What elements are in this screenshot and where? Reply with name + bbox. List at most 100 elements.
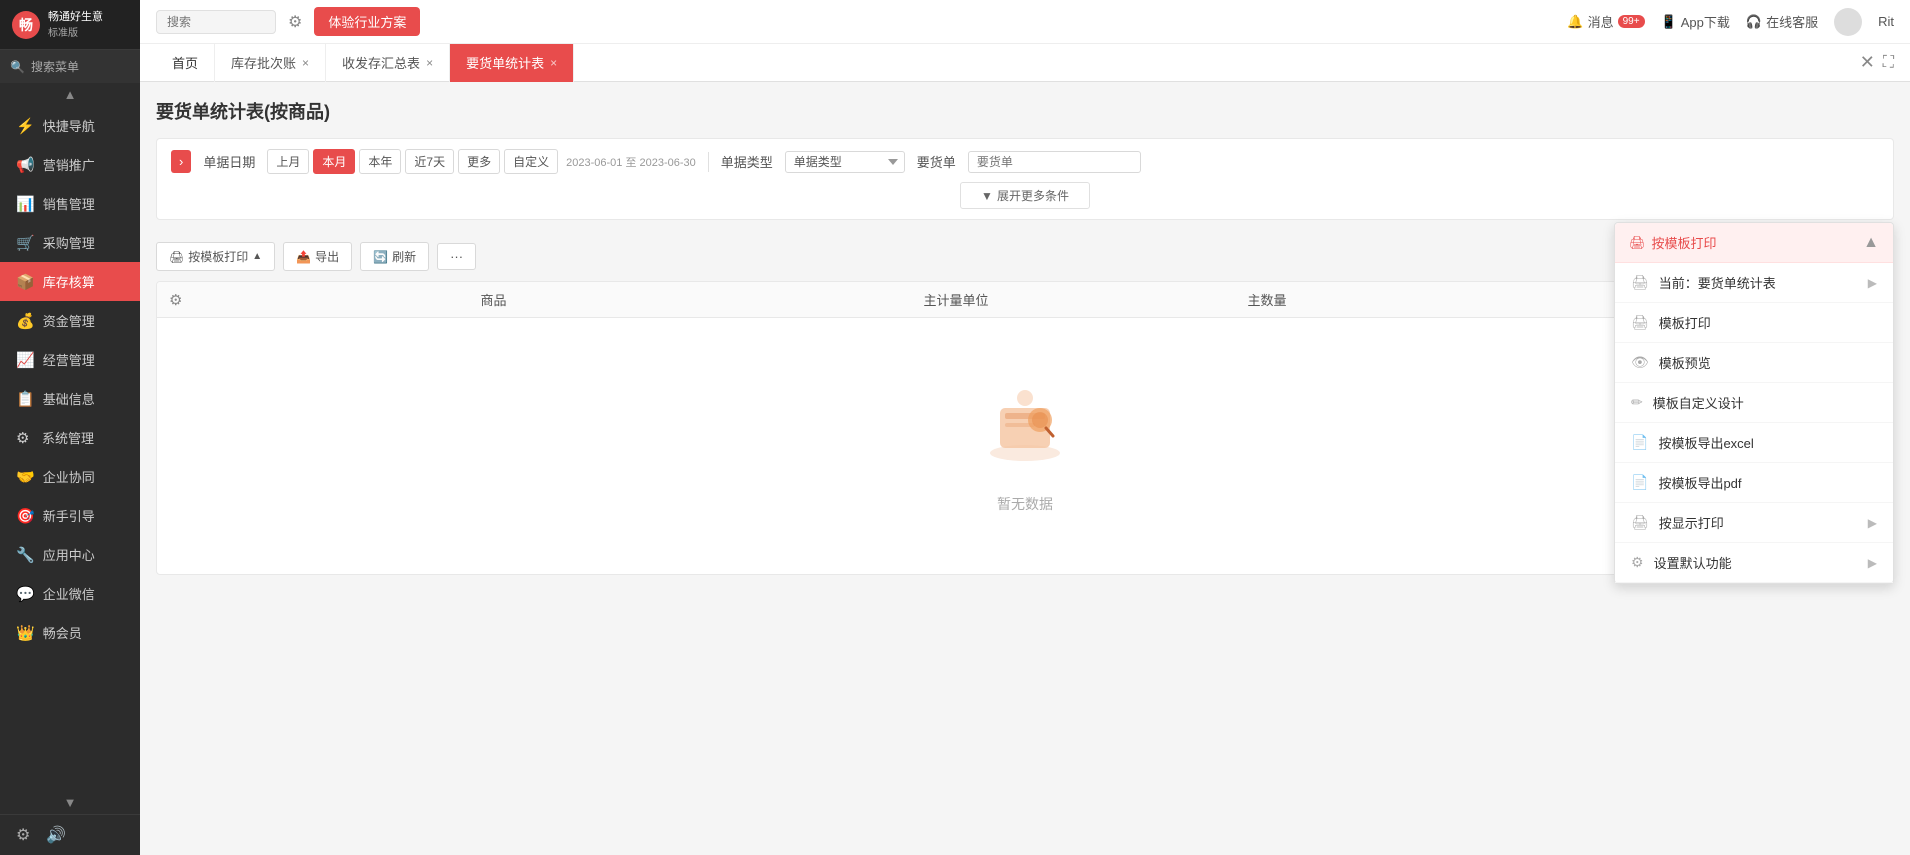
order-type-select[interactable]: 单据类型 要货单 [785, 151, 905, 173]
sidebar-item-label: 新手引导 [43, 506, 95, 525]
empty-text: 暂无数据 [997, 494, 1053, 514]
tab-receipt-summary-label: 收发存汇总表 [342, 53, 420, 72]
date-btn-7days[interactable]: 近7天 [405, 149, 454, 174]
filter-expand-toggle[interactable]: › [171, 150, 191, 173]
sound-footer-icon[interactable]: 🔊 [46, 825, 66, 845]
sidebar-item-label: 资金管理 [43, 311, 95, 330]
template-excel-icon: 📄 [1631, 434, 1648, 451]
sidebar-item-system[interactable]: ⚙ 系统管理 [0, 418, 140, 457]
logo-icon: 畅 [12, 11, 40, 39]
app-download-button[interactable]: 📱 App下载 [1661, 12, 1730, 31]
expand-btn[interactable]: ▼ 展开更多条件 [960, 182, 1090, 209]
sidebar-item-quick-nav[interactable]: ⚡ 快捷导航 [0, 106, 140, 145]
dropdown-item-set-default[interactable]: ⚙ 设置默认功能 ▶ [1615, 543, 1893, 583]
system-icon: ⚙ [16, 429, 34, 447]
headset-icon: 🎧 [1746, 14, 1762, 30]
sidebar-item-wechat[interactable]: 💬 企业微信 [0, 574, 140, 613]
topbar-search-input[interactable] [156, 10, 276, 34]
sidebar-item-sales[interactable]: 📊 销售管理 [0, 184, 140, 223]
tab-receipt-summary-close[interactable]: × [426, 56, 433, 70]
yaohuo-input[interactable] [968, 151, 1141, 173]
sidebar-logo: 畅 畅通好生意 标准版 [0, 0, 140, 50]
tab-receipt-summary[interactable]: 收发存汇总表 × [326, 44, 450, 82]
tabbar-close-button[interactable]: ✕ [1860, 52, 1875, 73]
export-icon: 📤 [296, 250, 311, 264]
print-dropdown-arrow[interactable]: ▲ [252, 251, 262, 262]
dropdown-current-template[interactable]: 🖨 当前：要货单统计表 ▶ [1615, 263, 1893, 303]
sidebar-item-apps[interactable]: 🔧 应用中心 [0, 535, 140, 574]
date-btn-this-year[interactable]: 本年 [359, 149, 401, 174]
sidebar-item-finance[interactable]: 💰 资金管理 [0, 301, 140, 340]
expand-more-row: ▼ 展开更多条件 [171, 182, 1879, 209]
dropdown-item-template-excel[interactable]: 📄 按模板导出excel [1615, 423, 1893, 463]
table-settings-icon[interactable]: ⚙ [169, 291, 182, 309]
user-name[interactable]: Rit [1878, 14, 1894, 29]
date-btn-more[interactable]: 更多 [458, 149, 500, 174]
dropdown-item-template-pdf[interactable]: 📄 按模板导出pdf [1615, 463, 1893, 503]
customer-service-button[interactable]: 🎧 在线客服 [1746, 12, 1818, 31]
set-default-icon: ⚙ [1631, 554, 1644, 571]
dropdown-close-button[interactable]: ▲ [1863, 234, 1879, 252]
refresh-button[interactable]: 🔄 刷新 [360, 242, 429, 271]
sidebar-item-label: 企业协同 [43, 467, 95, 486]
notifications-button[interactable]: 🔔 消息 99+ [1567, 12, 1644, 31]
sidebar-footer: ⚙ 🔊 [0, 814, 140, 855]
set-default-arrow: ▶ [1868, 556, 1877, 570]
settings-footer-icon[interactable]: ⚙ [16, 825, 30, 845]
refresh-btn-label: 刷新 [392, 248, 416, 265]
trial-button[interactable]: 体验行业方案 [314, 7, 420, 36]
dropdown-item-template-print[interactable]: 🖨 模板打印 [1615, 303, 1893, 343]
quick-nav-icon: ⚡ [16, 117, 35, 135]
more-button[interactable]: ··· [437, 243, 476, 270]
sidebar-item-label: 销售管理 [43, 194, 95, 213]
sidebar-item-member[interactable]: 👑 畅会员 [0, 613, 140, 652]
guide-icon: 🎯 [16, 507, 35, 525]
set-default-left: ⚙ 设置默认功能 [1631, 553, 1732, 572]
date-btn-this-month[interactable]: 本月 [313, 149, 355, 174]
avatar[interactable] [1834, 8, 1862, 36]
app-download-label: App下载 [1681, 12, 1730, 31]
dropdown-item-display-print[interactable]: 🖨 按显示打印 ▶ [1615, 503, 1893, 543]
scroll-up-arrow[interactable]: ▲ [0, 83, 140, 106]
logo-text-block: 畅通好生意 标准版 [48, 10, 103, 39]
sidebar-item-base[interactable]: 📋 基础信息 [0, 379, 140, 418]
notifications-label: 消息 [1588, 12, 1614, 31]
sidebar-item-operation[interactable]: 📈 经营管理 [0, 340, 140, 379]
operation-icon: 📈 [16, 351, 35, 369]
tab-home[interactable]: 首页 [156, 44, 215, 82]
app-version: 标准版 [48, 24, 103, 39]
tab-order-stats-close[interactable]: × [550, 56, 557, 70]
tabbar-expand-button[interactable]: ⛶ [1883, 54, 1894, 72]
scroll-down-arrow[interactable]: ▼ [0, 791, 140, 814]
yaohuo-label: 要货单 [917, 152, 956, 171]
sidebar-item-inventory[interactable]: 📦 库存核算 [0, 262, 140, 301]
tab-inventory-batch-close[interactable]: × [302, 56, 309, 70]
date-btn-last-month[interactable]: 上月 [267, 149, 309, 174]
sidebar: 畅 畅通好生意 标准版 🔍 搜索菜单 ▲ ⚡ 快捷导航 📢 营销推广 📊 销售管… [0, 0, 140, 855]
apps-icon: 🔧 [16, 546, 35, 564]
tab-order-stats[interactable]: 要货单统计表 × [450, 44, 574, 82]
export-button[interactable]: 📤 导出 [283, 242, 352, 271]
filter-divider [708, 152, 709, 172]
sidebar-item-collab[interactable]: 🤝 企业协同 [0, 457, 140, 496]
bell-icon: 🔔 [1567, 14, 1583, 30]
main-content: ⚙ 体验行业方案 🔔 消息 99+ 📱 App下载 🎧 在线客服 Rit 首页 [140, 0, 1910, 855]
sidebar-item-marketing[interactable]: 📢 营销推广 [0, 145, 140, 184]
collab-icon: 🤝 [16, 468, 35, 486]
date-filter-label: 单据日期 [203, 152, 255, 171]
print-btn-label: 按模板打印 [188, 248, 248, 265]
sidebar-item-purchase[interactable]: 🛒 采购管理 [0, 223, 140, 262]
date-btn-custom[interactable]: 自定义 [504, 149, 558, 174]
phone-icon: 📱 [1661, 14, 1677, 30]
marketing-icon: 📢 [16, 156, 35, 174]
sidebar-item-guide[interactable]: 🎯 新手引导 [0, 496, 140, 535]
current-template-arrow: ▶ [1868, 276, 1877, 290]
display-print-left: 🖨 按显示打印 [1631, 513, 1724, 532]
settings-icon[interactable]: ⚙ [288, 12, 302, 32]
dropdown-item-template-custom[interactable]: ✏ 模板自定义设计 [1615, 383, 1893, 423]
dropdown-item-template-preview[interactable]: 👁 模板预览 [1615, 343, 1893, 383]
tab-inventory-batch[interactable]: 库存批次账 × [215, 44, 326, 82]
template-preview-icon: 👁 [1631, 354, 1649, 371]
sidebar-search[interactable]: 🔍 搜索菜单 [0, 50, 140, 83]
print-template-button[interactable]: 🖨 按模板打印 ▲ [156, 242, 275, 271]
